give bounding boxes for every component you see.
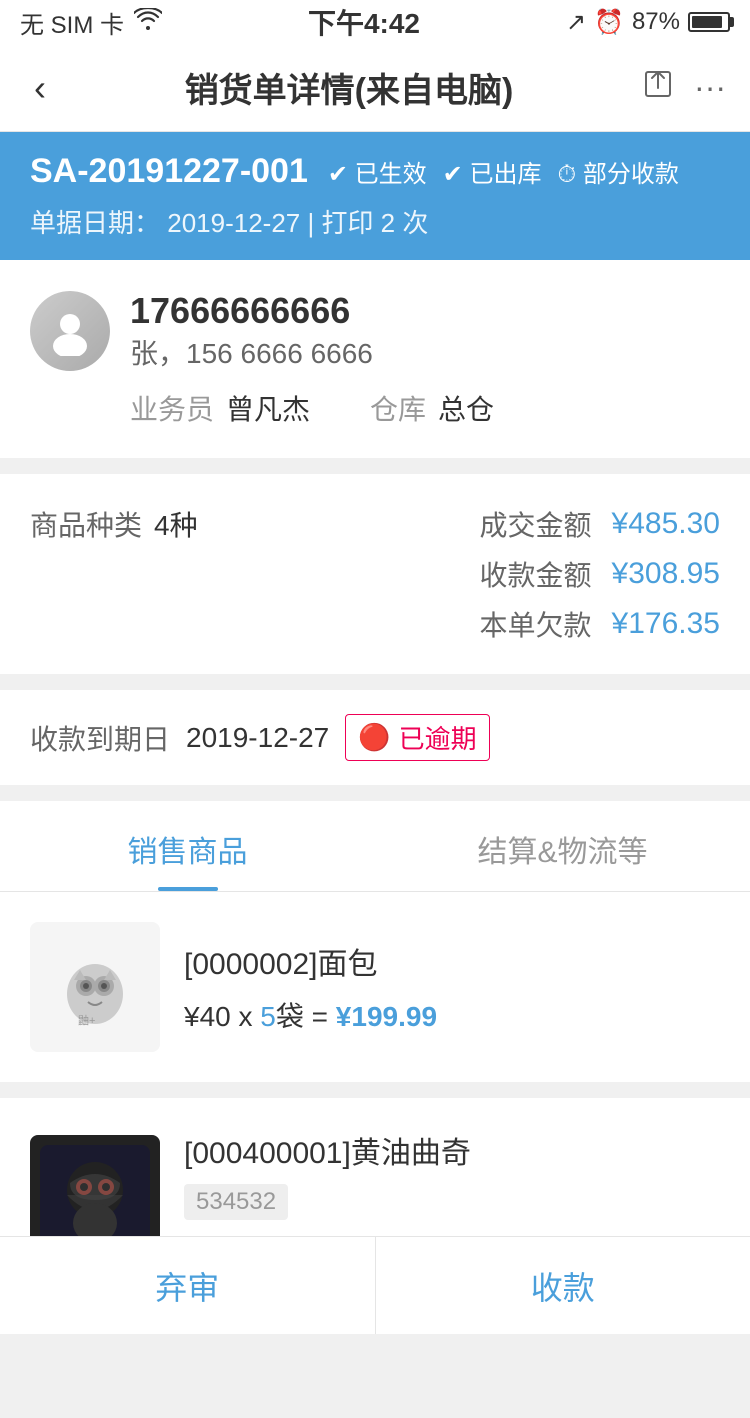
customer-name-phone: 张，156 6666 6666: [130, 332, 373, 372]
order-header: SA-20191227-001 ✔ 已生效 ✔ 已出库 ⏱ 部分收款 单据日期：…: [0, 132, 750, 260]
tab-settlement[interactable]: 结算&物流等: [375, 801, 750, 891]
amount-value: ¥485.30: [612, 507, 720, 541]
order-id: SA-20191227-001: [30, 152, 308, 191]
received-row: 收款金额 ¥308.95: [480, 554, 720, 594]
order-meta-date: 2019-12-27: [167, 208, 300, 238]
product-card-bread: 鼬+ [0000002]面包 ¥40 x 5袋 = ¥199.99: [0, 892, 750, 1082]
alarm-icon: ⏰: [594, 8, 624, 37]
order-meta: 单据日期： 2019-12-27 | 打印 2 次: [30, 203, 720, 240]
product-name-bread: [0000002]面包: [184, 939, 720, 983]
due-date-section: 收款到期日 2019-12-27 🔴 已逾期: [0, 690, 750, 785]
cancel-audit-button[interactable]: 弃审: [0, 1237, 376, 1334]
wifi-icon: [134, 8, 162, 37]
sales-info: 业务员 曾凡杰: [130, 388, 310, 428]
types-value: 4种: [154, 504, 198, 544]
received-value: ¥308.95: [612, 557, 720, 591]
amount-row: 成交金额 ¥485.30: [480, 504, 720, 544]
status-time: 下午4:42: [308, 2, 420, 42]
warehouse-label: 仓库: [370, 388, 426, 428]
received-label: 收款金额: [480, 554, 592, 594]
battery-text: 87%: [632, 8, 680, 36]
customer-details-row: 业务员 曾凡杰 仓库 总仓: [30, 388, 720, 428]
status-right: ↗ ⏰ 87%: [566, 8, 730, 37]
warehouse-info: 仓库 总仓: [370, 388, 494, 428]
status-badges: ✔ 已生效 ✔ 已出库 ⏱ 部分收款: [328, 154, 679, 189]
status-left: 无 SIM 卡: [20, 5, 162, 40]
sales-label: 业务员: [130, 388, 214, 428]
types-label: 商品种类: [30, 504, 142, 544]
customer-section: 17666666666 张，156 6666 6666 业务员 曾凡杰 仓库 总…: [0, 260, 750, 458]
back-button[interactable]: ‹: [24, 57, 56, 119]
overdue-icon: 🔴: [358, 722, 390, 753]
order-meta-print: | 打印 2 次: [307, 208, 428, 238]
stats-section: 商品种类 4种 成交金额 ¥485.30 收款金额 ¥308.95 本单欠款 ¥…: [0, 474, 750, 674]
overdue-badge: 🔴 已逾期: [345, 714, 489, 761]
svg-text:鼬+: 鼬+: [78, 1013, 95, 1027]
customer-info: 17666666666 张，156 6666 6666: [130, 290, 373, 372]
amount-label: 成交金额: [480, 504, 592, 544]
debt-label: 本单欠款: [480, 604, 592, 644]
product-price-bread: ¥40 x 5袋 = ¥199.99: [184, 995, 720, 1035]
status-badge-shipped: ✔ 已出库: [443, 154, 542, 189]
share-icon[interactable]: [642, 68, 674, 108]
order-meta-label: 单据日期：: [30, 208, 160, 238]
customer-top: 17666666666 张，156 6666 6666: [30, 290, 720, 372]
bottom-bar: 弃审 收款: [0, 1236, 750, 1334]
location-icon: ↗: [566, 8, 586, 37]
debt-row: 本单欠款 ¥176.35: [480, 604, 720, 644]
product-name-cookie: [000400001]黄油曲奇: [184, 1128, 720, 1172]
battery-icon: [688, 12, 730, 32]
product-types: 商品种类 4种: [30, 504, 198, 544]
avatar: [30, 291, 110, 371]
status-badge-effected: ✔ 已生效: [328, 154, 427, 189]
overdue-text: 已逾期: [399, 719, 477, 756]
sales-value: 曾凡杰: [226, 388, 310, 428]
customer-account-id: 17666666666: [130, 290, 373, 332]
more-icon[interactable]: ···: [694, 69, 726, 106]
status-badge-partial: ⏱ 部分收款: [557, 154, 678, 189]
debt-value: ¥176.35: [612, 607, 720, 641]
nav-actions: ···: [642, 68, 726, 108]
collect-payment-button[interactable]: 收款: [376, 1237, 750, 1334]
stats-left: 商品种类 4种: [30, 504, 198, 544]
due-date-label: 收款到期日: [30, 718, 170, 758]
due-date-value: 2019-12-27: [186, 722, 329, 754]
tabs-bar: 销售商品 结算&物流等: [0, 801, 750, 892]
nav-bar: ‹ 销货单详情(来自电脑) ···: [0, 44, 750, 132]
status-bar: 无 SIM 卡 下午4:42 ↗ ⏰ 87%: [0, 0, 750, 44]
product-sku-cookie: 534532: [184, 1184, 720, 1220]
tab-sales-products[interactable]: 销售商品: [0, 801, 375, 891]
product-info-bread: [0000002]面包 ¥40 x 5袋 = ¥199.99: [184, 939, 720, 1035]
page-title: 销货单详情(来自电脑): [185, 63, 514, 112]
stats-row: 商品种类 4种 成交金额 ¥485.30 收款金额 ¥308.95 本单欠款 ¥…: [30, 504, 720, 644]
carrier-text: 无 SIM 卡: [20, 5, 124, 40]
product-image-bread: 鼬+: [30, 922, 160, 1052]
warehouse-value: 总仓: [438, 388, 494, 428]
stats-right: 成交金额 ¥485.30 收款金额 ¥308.95 本单欠款 ¥176.35: [480, 504, 720, 644]
